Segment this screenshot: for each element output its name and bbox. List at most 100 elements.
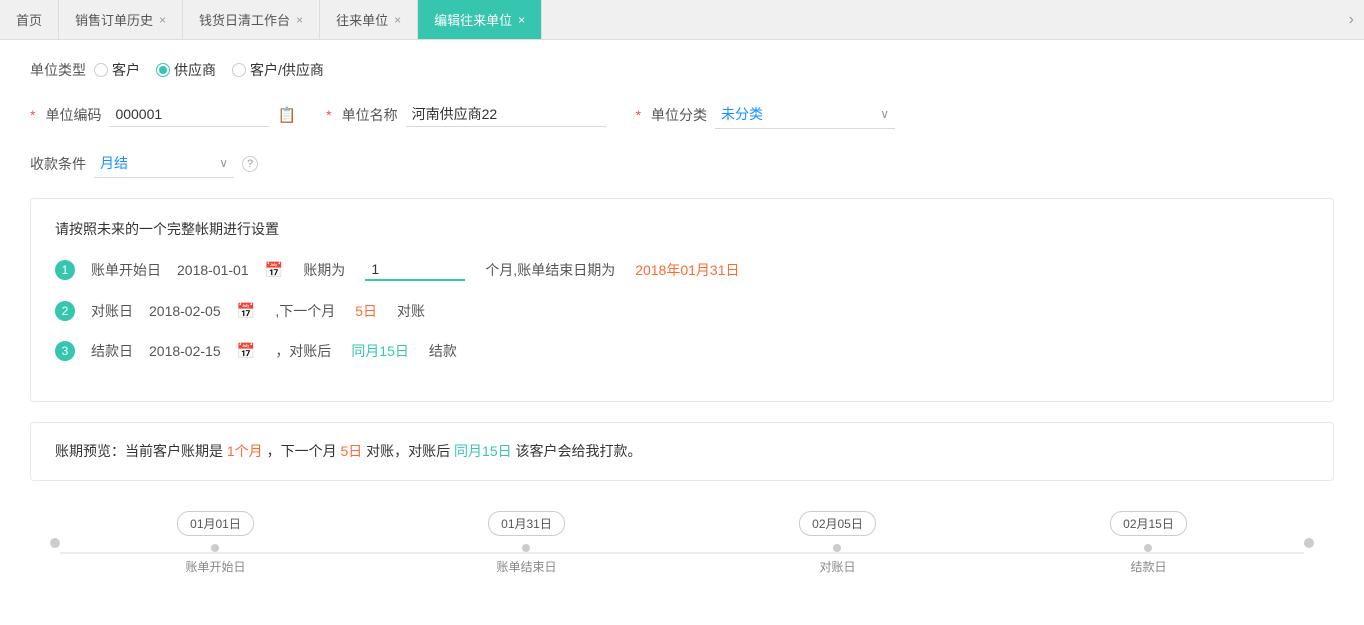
tab-partner[interactable]: 往来单位 ×	[320, 0, 418, 39]
radio-supplier[interactable]: 供应商	[156, 60, 216, 80]
billing-period-input[interactable]	[365, 259, 465, 281]
timeline-point-4: 02月15日 结款日	[1110, 511, 1187, 575]
timeline-badge-3: 02月05日	[799, 511, 876, 536]
tab-sales-history[interactable]: 销售订单历史 ×	[59, 0, 183, 39]
billing-day-2: 5日	[355, 301, 377, 321]
unit-category-arrow-icon: ∨	[880, 107, 889, 121]
timeline-point-3: 02月05日 对账日	[799, 511, 876, 575]
billing-date-1: 2018-01-01	[177, 262, 249, 278]
radio-both-circle	[232, 63, 246, 77]
payment-terms-row: 收款条件 月结 ∨ ?	[30, 149, 1334, 178]
preview-text: 账期预览：当前客户账期是 1个月 ，下一个月 5日 对账，对账后 同月15日 该…	[55, 439, 1309, 464]
timeline-badge-2: 01月31日	[488, 511, 565, 536]
row-num-2: 2	[55, 301, 75, 321]
preview-section: 账期预览：当前客户账期是 1个月 ，下一个月 5日 对账，对账后 同月15日 该…	[30, 422, 1334, 481]
unit-category-group: * 单位分类 未分类 ∨	[636, 100, 895, 129]
timeline-dot-2	[522, 544, 530, 552]
unit-name-group: * 单位名称	[326, 102, 605, 127]
billing-tail-2: 对账	[397, 301, 425, 321]
timeline-label-3: 对账日	[819, 558, 855, 575]
unit-code-group: * 单位编码 📋	[30, 102, 296, 127]
tab-scroll-arrow[interactable]: ›	[1339, 11, 1364, 29]
billing-label-3: 结款日	[91, 341, 133, 361]
timeline-dot-4	[1144, 544, 1152, 552]
preview-part1: 1个月	[227, 443, 263, 459]
unit-type-label: 单位类型	[30, 60, 86, 80]
radio-supplier-circle	[156, 63, 170, 77]
billing-row-2: 2 对账日 2018-02-05 📅 ,下一个月 5日 对账	[55, 301, 1309, 321]
timeline-badge-4: 02月15日	[1110, 511, 1187, 536]
calendar-icon-1[interactable]: 📅	[265, 261, 284, 279]
billing-row-1: 1 账单开始日 2018-01-01 📅 账期为 个月,账单结束日期为 2018…	[55, 259, 1309, 281]
preview-prefix: 账期预览：当前客户账期是	[55, 443, 223, 459]
timeline-dot-3	[833, 544, 841, 552]
row-num-1: 1	[55, 260, 75, 280]
timeline-container: 01月01日 账单开始日 01月31日 账单结束日 02月05日 对账日 02月…	[30, 501, 1334, 605]
timeline-point-1: 01月01日 账单开始日	[177, 511, 254, 575]
billing-date-2: 2018-02-05	[149, 303, 221, 319]
row-num-3: 3	[55, 341, 75, 361]
billing-label-2: 对账日	[91, 301, 133, 321]
unit-category-label: 单位分类	[651, 105, 707, 125]
preview-mid1: ，下一个月	[267, 443, 337, 459]
billing-row-3: 3 结款日 2018-02-15 📅 ，对账后 同月15日 结款	[55, 341, 1309, 361]
close-cash-work[interactable]: ×	[296, 13, 303, 27]
timeline-label-1: 账单开始日	[185, 558, 245, 575]
timeline-label-2: 账单结束日	[496, 558, 556, 575]
preview-suffix: 该客户会给我打款。	[516, 443, 642, 459]
payment-terms-label: 收款条件	[30, 154, 86, 174]
tab-home[interactable]: 首页	[0, 0, 59, 39]
timeline-left-dot	[50, 538, 60, 548]
radio-both[interactable]: 客户/供应商	[232, 60, 324, 80]
help-icon[interactable]: ?	[242, 156, 258, 172]
billing-label-1: 账单开始日	[91, 260, 161, 280]
billing-mid-text-1: 账期为	[303, 260, 345, 280]
billing-suffix-1: 个月,账单结束日期为	[485, 260, 615, 280]
timeline-badge-1: 01月01日	[177, 511, 254, 536]
billing-comma-3: ，对账后	[275, 341, 331, 361]
billing-date-3: 2018-02-15	[149, 343, 221, 359]
billing-tail-3: 结款	[429, 341, 457, 361]
unit-name-input[interactable]	[406, 102, 606, 127]
timeline-points: 01月01日 账单开始日 01月31日 账单结束日 02月05日 对账日 02月…	[60, 511, 1304, 575]
unit-category-value: 未分类	[721, 104, 874, 124]
unit-code-label: 单位编码	[45, 105, 101, 125]
unit-type-radio-group: 客户 供应商 客户/供应商	[94, 60, 324, 80]
preview-mid2: 对账，对账后	[366, 443, 450, 459]
calendar-icon-2[interactable]: 📅	[237, 302, 256, 320]
payment-terms-value: 月结	[100, 153, 213, 173]
tab-bar: 首页 销售订单历史 × 钱货日清工作台 × 往来单位 × 编辑往来单位 × ›	[0, 0, 1364, 40]
calendar-icon-3[interactable]: 📅	[237, 342, 256, 360]
billing-section: 请按照未来的一个完整帐期进行设置 1 账单开始日 2018-01-01 📅 账期…	[30, 198, 1334, 402]
payment-terms-arrow-icon: ∨	[219, 156, 228, 170]
unit-info-row: * 单位编码 📋 * 单位名称 * 单位分类 未分类 ∨	[30, 100, 1334, 129]
radio-both-label: 客户/供应商	[250, 60, 324, 80]
main-content: 单位类型 客户 供应商 客户/供应商 * 单位编码	[0, 40, 1364, 625]
timeline-point-2: 01月31日 账单结束日	[488, 511, 565, 575]
unit-name-star: *	[326, 107, 331, 123]
unit-category-star: *	[636, 107, 641, 123]
billing-day-3: 同月15日	[351, 341, 409, 361]
payment-terms-select[interactable]: 月结 ∨	[94, 149, 234, 178]
billing-end-date: 2018年01月31日	[635, 260, 739, 280]
unit-category-select[interactable]: 未分类 ∨	[715, 100, 895, 129]
radio-customer-circle	[94, 63, 108, 77]
payment-terms-group: 收款条件 月结 ∨ ?	[30, 149, 258, 178]
radio-customer[interactable]: 客户	[94, 60, 140, 80]
close-edit-partner[interactable]: ×	[518, 13, 525, 27]
tab-cash-work[interactable]: 钱货日清工作台 ×	[183, 0, 320, 39]
section-title: 请按照未来的一个完整帐期进行设置	[55, 219, 1309, 239]
timeline-dot-1	[211, 544, 219, 552]
radio-supplier-label: 供应商	[174, 60, 216, 80]
close-partner[interactable]: ×	[394, 13, 401, 27]
unit-code-input[interactable]	[109, 102, 269, 127]
preview-part3: 同月15日	[454, 443, 512, 459]
close-sales-history[interactable]: ×	[159, 13, 166, 27]
timeline-right-dot	[1304, 538, 1314, 548]
unit-type-group: 单位类型 客户 供应商 客户/供应商	[30, 60, 324, 80]
preview-part2: 5日	[340, 443, 362, 459]
unit-code-icon[interactable]: 📋	[277, 106, 296, 124]
unit-name-label: 单位名称	[342, 105, 398, 125]
unit-code-star: *	[30, 107, 35, 123]
tab-edit-partner[interactable]: 编辑往来单位 ×	[418, 0, 542, 39]
